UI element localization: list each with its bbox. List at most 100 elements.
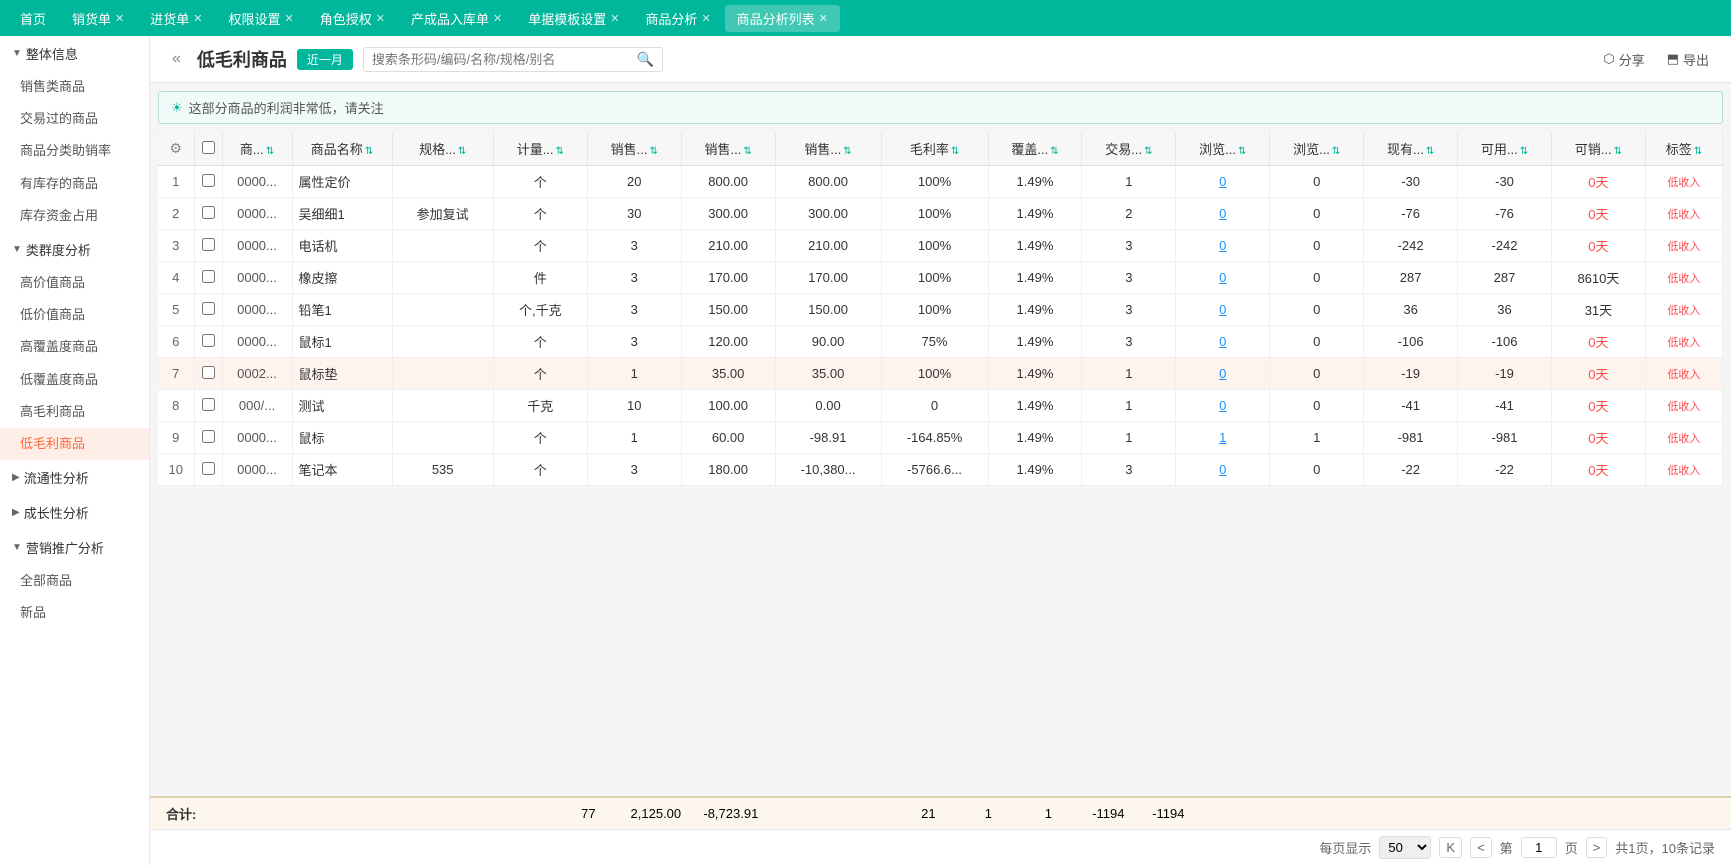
row-checkbox[interactable] [202, 398, 215, 411]
row-checkbox[interactable] [202, 270, 215, 283]
sidebar-item-low-coverage[interactable]: 低覆盖度商品 [0, 364, 149, 396]
cell-checkbox[interactable] [194, 230, 222, 262]
table-container[interactable]: ⚙ 商...⇅ 商品名称⇅ 规格...⇅ 计量...⇅ 销售...⇅ 销售...… [158, 132, 1723, 796]
sidebar-item-category-rate[interactable]: 商品分类助销率 [0, 135, 149, 167]
cell-checkbox[interactable] [194, 422, 222, 454]
browse1-link[interactable]: 0 [1219, 206, 1226, 221]
cell-browse1[interactable]: 0 [1176, 230, 1270, 262]
sidebar-group-growth[interactable]: ▶ 成长性分析 [0, 495, 149, 530]
th-gross-rate[interactable]: 毛利率⇅ [881, 132, 988, 166]
sidebar-group-marketing[interactable]: ▼ 营销推广分析 [0, 530, 149, 565]
page-size-select[interactable]: 50 100 200 [1379, 836, 1431, 859]
sidebar-collapse-button[interactable]: « [166, 50, 187, 68]
sidebar-item-high-value[interactable]: 高价值商品 [0, 267, 149, 299]
cell-browse1[interactable]: 0 [1176, 198, 1270, 230]
sidebar-group-cluster[interactable]: ▼ 类群度分析 [0, 232, 149, 267]
cell-checkbox[interactable] [194, 358, 222, 390]
nav-product-analysis[interactable]: 商品分析 ✕ [633, 5, 722, 32]
row-checkbox[interactable] [202, 302, 215, 315]
sidebar-item-stock-fund[interactable]: 库存资金占用 [0, 200, 149, 232]
browse1-link[interactable]: 0 [1219, 366, 1226, 381]
prev-page-button[interactable]: < [1470, 837, 1492, 858]
cell-browse1[interactable]: 0 [1176, 326, 1270, 358]
th-current-stock[interactable]: 现有...⇅ [1364, 132, 1458, 166]
sidebar-item-all-goods[interactable]: 全部商品 [0, 565, 149, 597]
settings-icon[interactable]: ⚙ [169, 140, 182, 156]
th-sales-amount[interactable]: 销售...⇅ [775, 132, 881, 166]
cell-checkbox[interactable] [194, 390, 222, 422]
row-checkbox[interactable] [202, 206, 215, 219]
nav-role-auth-close[interactable]: ✕ [376, 12, 385, 25]
cell-browse1[interactable]: 0 [1176, 294, 1270, 326]
cell-checkbox[interactable] [194, 262, 222, 294]
th-name[interactable]: 商品名称⇅ [292, 132, 392, 166]
search-input[interactable] [372, 52, 631, 67]
sidebar-item-high-coverage[interactable]: 高覆盖度商品 [0, 331, 149, 363]
row-checkbox[interactable] [202, 430, 215, 443]
th-browse2[interactable]: 浏览...⇅ [1270, 132, 1364, 166]
cell-browse1[interactable]: 0 [1176, 390, 1270, 422]
sidebar-item-traded-goods[interactable]: 交易过的商品 [0, 103, 149, 135]
nav-template[interactable]: 单据模板设置 ✕ [516, 5, 631, 32]
th-browse1[interactable]: 浏览...⇅ [1176, 132, 1270, 166]
cell-checkbox[interactable] [194, 198, 222, 230]
cell-checkbox[interactable] [194, 294, 222, 326]
cell-browse1[interactable]: 0 [1176, 358, 1270, 390]
browse1-link[interactable]: 0 [1219, 398, 1226, 413]
browse1-link[interactable]: 1 [1219, 430, 1226, 445]
browse1-link[interactable]: 0 [1219, 334, 1226, 349]
th-gear[interactable]: ⚙ [158, 132, 194, 166]
nav-sales[interactable]: 销货单 ✕ [60, 5, 136, 32]
row-checkbox[interactable] [202, 462, 215, 475]
cell-checkbox[interactable] [194, 166, 222, 198]
nav-permissions[interactable]: 权限设置 ✕ [216, 5, 305, 32]
cell-browse1[interactable]: 0 [1176, 166, 1270, 198]
search-icon[interactable]: 🔍 [636, 51, 653, 68]
nav-product-analysis-close[interactable]: ✕ [701, 12, 710, 25]
th-sales-qty[interactable]: 销售...⇅ [587, 132, 681, 166]
cell-checkbox[interactable] [194, 326, 222, 358]
sidebar-item-high-margin[interactable]: 高毛利商品 [0, 396, 149, 428]
browse1-link[interactable]: 0 [1219, 462, 1226, 477]
date-filter-badge[interactable]: 近一月 [297, 49, 353, 70]
sidebar-group-overview[interactable]: ▼ 整体信息 [0, 36, 149, 71]
th-available[interactable]: 可用...⇅ [1458, 132, 1552, 166]
nav-role-auth[interactable]: 角色授权 ✕ [308, 5, 397, 32]
sidebar-group-flow[interactable]: ▶ 流通性分析 [0, 460, 149, 495]
nav-home[interactable]: 首页 [8, 5, 58, 32]
th-sales-price[interactable]: 销售...⇅ [681, 132, 775, 166]
row-checkbox[interactable] [202, 366, 215, 379]
cell-browse1[interactable]: 1 [1176, 422, 1270, 454]
share-button[interactable]: ⬡ 分享 [1597, 47, 1650, 72]
th-spec[interactable]: 规格...⇅ [392, 132, 493, 166]
browse1-link[interactable]: 0 [1219, 238, 1226, 253]
cell-browse1[interactable]: 0 [1176, 454, 1270, 486]
row-checkbox[interactable] [202, 238, 215, 251]
sidebar-item-new-goods[interactable]: 新品 [0, 597, 149, 629]
browse1-link[interactable]: 0 [1219, 174, 1226, 189]
nav-analysis-list-close[interactable]: ✕ [819, 12, 828, 25]
nav-finished-goods[interactable]: 产成品入库单 ✕ [399, 5, 514, 32]
nav-finished-goods-close[interactable]: ✕ [493, 12, 502, 25]
cell-browse1[interactable]: 0 [1176, 262, 1270, 294]
nav-purchase-close[interactable]: ✕ [193, 12, 202, 25]
th-checkbox[interactable] [194, 132, 222, 166]
th-coverage[interactable]: 覆盖...⇅ [988, 132, 1082, 166]
nav-permissions-close[interactable]: ✕ [285, 12, 294, 25]
export-button[interactable]: ⬒ 导出 [1661, 47, 1715, 72]
page-number-input[interactable] [1521, 837, 1557, 858]
select-all-checkbox[interactable] [202, 141, 215, 154]
th-transaction[interactable]: 交易...⇅ [1082, 132, 1176, 166]
nav-purchase[interactable]: 进货单 ✕ [138, 5, 214, 32]
cell-checkbox[interactable] [194, 454, 222, 486]
nav-template-close[interactable]: ✕ [610, 12, 619, 25]
next-page-button[interactable]: > [1586, 837, 1608, 858]
sidebar-item-low-value[interactable]: 低价值商品 [0, 299, 149, 331]
th-saleable[interactable]: 可销...⇅ [1551, 132, 1645, 166]
th-tag[interactable]: 标签⇅ [1645, 132, 1722, 166]
nav-sales-close[interactable]: ✕ [115, 12, 124, 25]
row-checkbox[interactable] [202, 174, 215, 187]
first-page-button[interactable]: K [1439, 837, 1462, 858]
sidebar-item-low-margin[interactable]: 低毛利商品 [0, 428, 149, 460]
sidebar-item-sales-goods[interactable]: 销售类商品 [0, 71, 149, 103]
